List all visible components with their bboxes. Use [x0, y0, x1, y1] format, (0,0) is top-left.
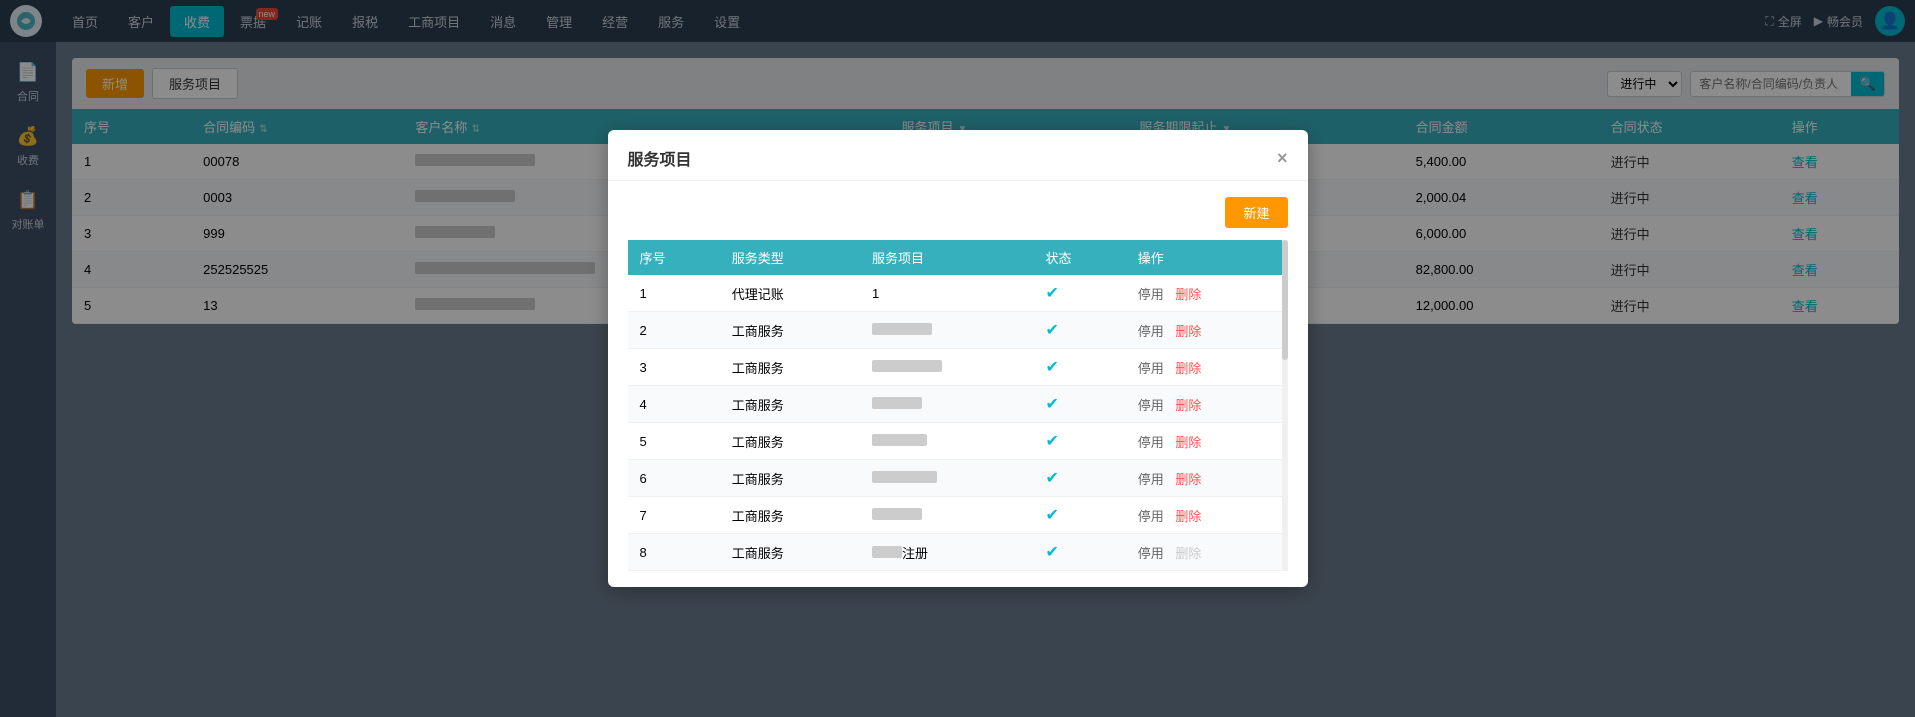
- status-check-icon: ✔: [1045, 285, 1058, 302]
- stop-button[interactable]: 停用: [1138, 509, 1164, 524]
- modal-col-status: 状态: [1033, 240, 1125, 275]
- blurred-item: [872, 546, 902, 558]
- modal-table-row: 6 工商服务 ✔ 停用 删除: [628, 460, 1288, 497]
- status-check-icon: ✔: [1045, 507, 1058, 524]
- scrollbar-thumb[interactable]: [1282, 240, 1288, 360]
- stop-button[interactable]: 停用: [1138, 287, 1164, 302]
- stop-button[interactable]: 停用: [1138, 546, 1164, 561]
- status-check-icon: ✔: [1045, 396, 1058, 413]
- delete-button[interactable]: 删除: [1175, 361, 1201, 376]
- stop-button[interactable]: 停用: [1138, 472, 1164, 487]
- delete-button[interactable]: 删除: [1175, 287, 1201, 302]
- modal-table-row: 4 工商服务 ✔ 停用 删除: [628, 386, 1288, 423]
- delete-button[interactable]: 删除: [1175, 435, 1201, 450]
- modal-table-row: 1 代理记账 1 ✔ 停用 删除: [628, 275, 1288, 312]
- stop-button[interactable]: 停用: [1138, 435, 1164, 450]
- new-service-button[interactable]: 新建: [1225, 197, 1287, 228]
- modal-col-type: 服务类型: [720, 240, 860, 275]
- modal-table-row: 7 工商服务 ✔ 停用 删除: [628, 497, 1288, 534]
- blurred-item: [872, 323, 932, 335]
- modal-col-no: 序号: [628, 240, 720, 275]
- status-check-icon: ✔: [1045, 544, 1058, 561]
- stop-button[interactable]: 停用: [1138, 361, 1164, 376]
- modal-col-item: 服务项目: [860, 240, 1033, 275]
- service-modal: 服务项目 × 新建 序号 服务类型 服务项目 状态 操作: [608, 130, 1308, 587]
- status-check-icon: ✔: [1045, 433, 1058, 450]
- modal-title: 服务项目: [628, 146, 692, 170]
- modal-toolbar: 新建: [628, 197, 1288, 228]
- status-check-icon: ✔: [1045, 359, 1058, 376]
- modal-table-row: 3 工商服务 ✔ 停用 删除: [628, 349, 1288, 386]
- stop-button[interactable]: 停用: [1138, 324, 1164, 339]
- delete-button[interactable]: 删除: [1175, 472, 1201, 487]
- scrollbar-track: [1282, 240, 1288, 571]
- modal-table-row: 2 工商服务 ✔ 停用 删除: [628, 312, 1288, 349]
- blurred-item: [872, 434, 927, 446]
- modal-table-row: 5 工商服务 ✔ 停用 删除: [628, 423, 1288, 460]
- blurred-item: [872, 397, 922, 409]
- modal-table-row: 8 工商服务 注册 ✔ 停用 删除: [628, 534, 1288, 571]
- modal-body: 新建 序号 服务类型 服务项目 状态 操作: [608, 181, 1308, 587]
- blurred-item: [872, 508, 922, 520]
- delete-button[interactable]: 删除: [1175, 324, 1201, 339]
- modal-overlay: 服务项目 × 新建 序号 服务类型 服务项目 状态 操作: [0, 0, 1915, 717]
- delete-button[interactable]: 删除: [1175, 509, 1201, 524]
- status-check-icon: ✔: [1045, 470, 1058, 487]
- modal-col-action: 操作: [1126, 240, 1288, 275]
- service-table: 序号 服务类型 服务项目 状态 操作 1 代理记账 1 ✔: [628, 240, 1288, 571]
- blurred-item: [872, 471, 937, 483]
- blurred-item: [872, 360, 942, 372]
- delete-button[interactable]: 删除: [1175, 398, 1201, 413]
- stop-button[interactable]: 停用: [1138, 398, 1164, 413]
- modal-header: 服务项目 ×: [608, 130, 1308, 181]
- status-check-icon: ✔: [1045, 322, 1058, 339]
- delete-button[interactable]: 删除: [1175, 546, 1201, 561]
- modal-close-button[interactable]: ×: [1277, 149, 1288, 167]
